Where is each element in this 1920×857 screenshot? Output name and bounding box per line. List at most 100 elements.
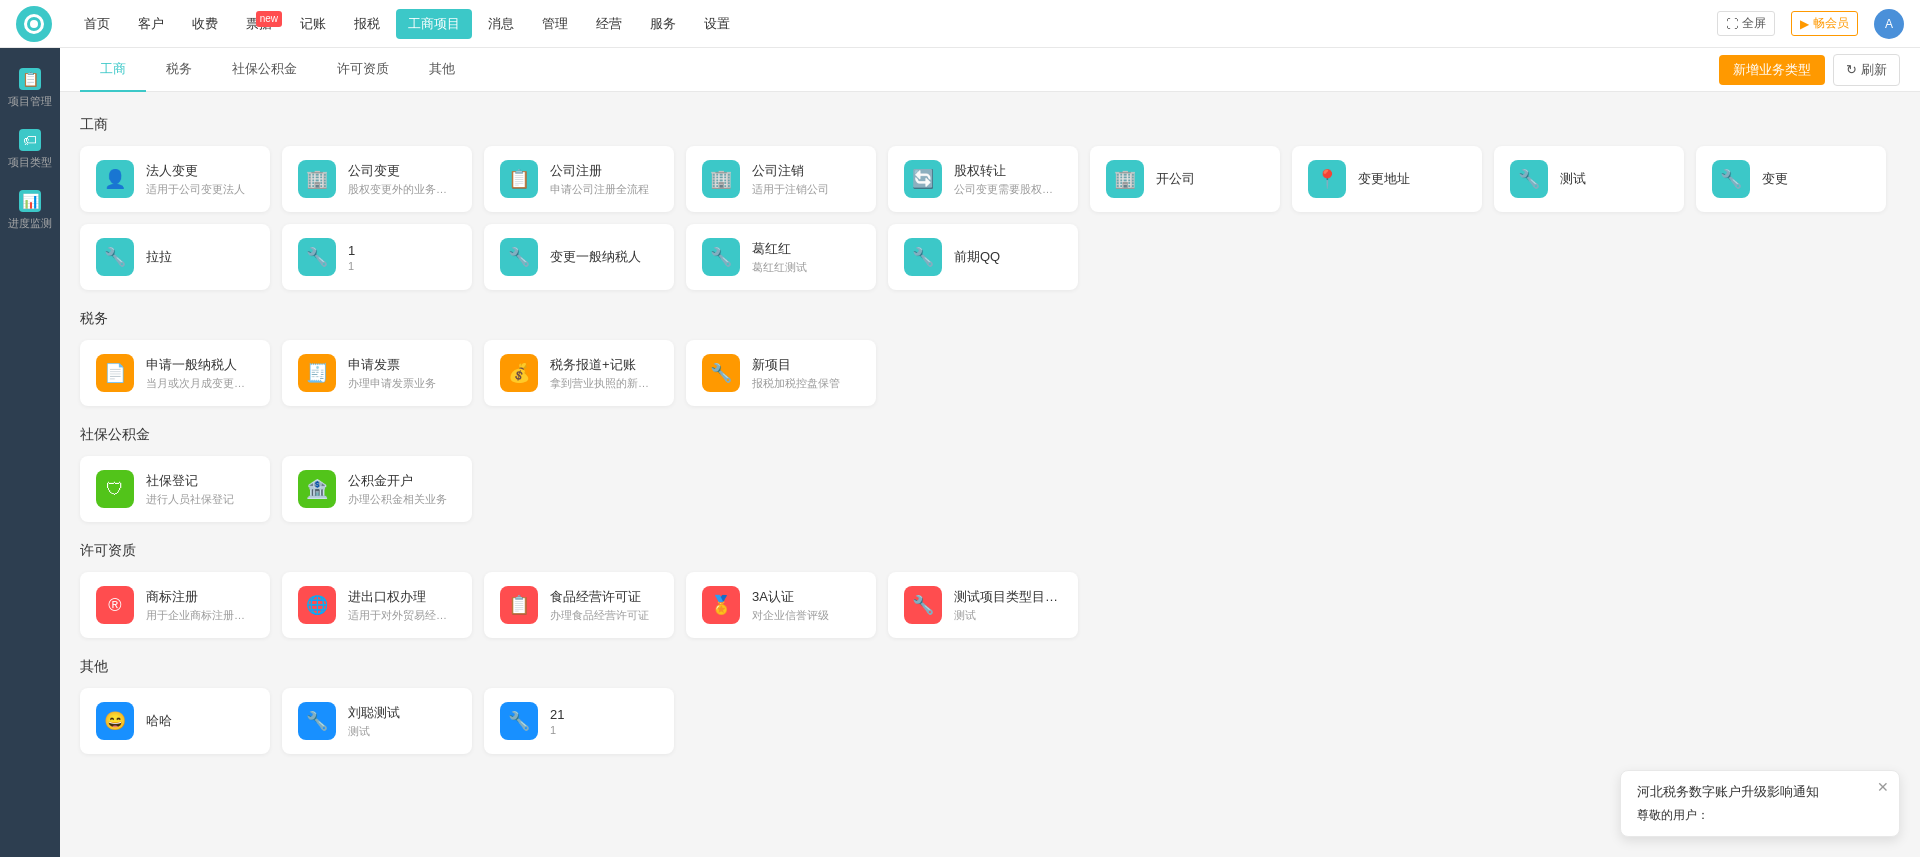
- card-icon-3A认证: 🏅: [702, 586, 740, 624]
- card-葛红红[interactable]: 🔧葛红红葛红红测试: [686, 224, 876, 290]
- nav-item-客户[interactable]: 客户: [126, 9, 176, 39]
- nav-item-经营[interactable]: 经营: [584, 9, 634, 39]
- notification-close-button[interactable]: ✕: [1877, 779, 1889, 795]
- sidebar-item-项目管理[interactable]: 📋 项目管理: [0, 58, 60, 119]
- card-title-label: 测试: [1560, 170, 1668, 188]
- card-刘聪测试[interactable]: 🔧刘聪测试测试: [282, 688, 472, 754]
- nav-item-收费[interactable]: 收费: [180, 9, 230, 39]
- nav-right: ⛶ 全屏 ▶ 畅会员 A: [1717, 9, 1904, 39]
- nav-item-服务[interactable]: 服务: [638, 9, 688, 39]
- cards-grid-其他: 😄哈哈🔧刘聪测试测试🔧211: [80, 688, 1900, 754]
- card-法人变更[interactable]: 👤法人变更适用于公司变更法人: [80, 146, 270, 212]
- card-变更一般纳税人[interactable]: 🔧 变更一般纳税人: [484, 224, 674, 290]
- card-公司注册[interactable]: 📋公司注册申请公司注册全流程: [484, 146, 674, 212]
- card-desc-label: 1: [348, 260, 456, 272]
- card-21[interactable]: 🔧211: [484, 688, 674, 754]
- card-变更地址[interactable]: 📍变更地址: [1292, 146, 1482, 212]
- card-text-申请发票: 申请发票办理申请发票业务: [348, 356, 456, 391]
- card-哈哈[interactable]: 😄哈哈: [80, 688, 270, 754]
- card-title-label: 测试项目类型目定义: [954, 588, 1062, 606]
- tab-bar: 工商税务社保公积金许可资质其他 新增业务类型 ↻ 刷新: [60, 48, 1920, 92]
- content-area: 工商👤法人变更适用于公司变更法人🏢公司变更股权变更外的业务变更📋公司注册申请公司…: [60, 92, 1920, 778]
- card-开公司[interactable]: 🏢开公司: [1090, 146, 1280, 212]
- card-申请发票[interactable]: 🧾申请发票办理申请发票业务: [282, 340, 472, 406]
- card-text-法人变更: 法人变更适用于公司变更法人: [146, 162, 254, 197]
- nav-item-设置[interactable]: 设置: [692, 9, 742, 39]
- card-text-申请一般纳税人: 申请一般纳税人当月或次月成变更完成: [146, 356, 254, 391]
- card-公司变更[interactable]: 🏢公司变更股权变更外的业务变更: [282, 146, 472, 212]
- card-3A认证[interactable]: 🏅3A认证对企业信誉评级: [686, 572, 876, 638]
- logo[interactable]: [16, 6, 52, 42]
- refresh-button[interactable]: ↻ 刷新: [1833, 54, 1900, 86]
- card-title-label: 3A认证: [752, 588, 860, 606]
- card-title-label: 变更: [1762, 170, 1870, 188]
- card-社保登记[interactable]: 🛡社保登记进行人员社保登记: [80, 456, 270, 522]
- card-icon-变更一般纳税人: 🔧: [500, 238, 538, 276]
- sidebar-item-label: 项目管理: [8, 94, 52, 109]
- card-text-变更一般纳税人: 变更一般纳税人: [550, 248, 658, 266]
- card-icon-税务报道+记账: 💰: [500, 354, 538, 392]
- card-title-label: 进出口权办理: [348, 588, 456, 606]
- tab-社保公积金[interactable]: 社保公积金: [212, 48, 317, 92]
- sidebar-item-项目类型[interactable]: 🏷 项目类型: [0, 119, 60, 180]
- card-icon-测试项目类型目定义: 🔧: [904, 586, 942, 624]
- card-公司注销[interactable]: 🏢公司注销适用于注销公司: [686, 146, 876, 212]
- nav-item-报税[interactable]: 报税: [342, 9, 392, 39]
- card-icon-1: 🔧: [298, 238, 336, 276]
- tab-许可资质[interactable]: 许可资质: [317, 48, 409, 92]
- new-type-button[interactable]: 新增业务类型: [1719, 55, 1825, 85]
- fullscreen-button[interactable]: ⛶ 全屏: [1717, 11, 1775, 36]
- card-desc-label: 测试: [348, 724, 456, 739]
- nav-item-管理[interactable]: 管理: [530, 9, 580, 39]
- card-进出口权办理[interactable]: 🌐进出口权办理适用于对外贸易经营者: [282, 572, 472, 638]
- card-title-label: 公司变更: [348, 162, 456, 180]
- card-股权转让[interactable]: 🔄股权转让公司变更需要股权转让: [888, 146, 1078, 212]
- card-拉拉[interactable]: 🔧拉拉: [80, 224, 270, 290]
- card-text-测试: 测试: [1560, 170, 1668, 188]
- card-前期QQ[interactable]: 🔧 前期QQ: [888, 224, 1078, 290]
- card-title-label: 申请一般纳税人: [146, 356, 254, 374]
- card-text-前期QQ: 前期QQ: [954, 248, 1062, 266]
- card-desc-label: 办理公积金相关业务: [348, 492, 456, 507]
- card-公积金开户[interactable]: 🏦公积金开户办理公积金相关业务: [282, 456, 472, 522]
- card-税务报道+记账[interactable]: 💰税务报道+记账拿到营业执照的新公司: [484, 340, 674, 406]
- card-测试[interactable]: 🔧测试: [1494, 146, 1684, 212]
- tab-其他[interactable]: 其他: [409, 48, 475, 92]
- card-icon-公司变更: 🏢: [298, 160, 336, 198]
- card-text-刘聪测试: 刘聪测试测试: [348, 704, 456, 739]
- card-1[interactable]: 🔧11: [282, 224, 472, 290]
- card-text-公积金开户: 公积金开户办理公积金相关业务: [348, 472, 456, 507]
- tab-工商[interactable]: 工商: [80, 48, 146, 92]
- tab-items: 工商税务社保公积金许可资质其他: [80, 48, 475, 91]
- tab-税务[interactable]: 税务: [146, 48, 212, 92]
- card-食品经营许可证[interactable]: 📋食品经营许可证办理食品经营许可证: [484, 572, 674, 638]
- member-icon: ▶: [1800, 17, 1809, 31]
- nav-item-票据[interactable]: 票据new: [234, 9, 284, 39]
- card-desc-label: 测试: [954, 608, 1062, 623]
- sidebar-item-进度监测[interactable]: 📊 进度监测: [0, 180, 60, 241]
- card-变更[interactable]: 🔧变更: [1696, 146, 1886, 212]
- card-title-label: 变更地址: [1358, 170, 1466, 188]
- fullscreen-icon: ⛶: [1726, 17, 1738, 31]
- card-测试项目类型目定义[interactable]: 🔧 测试项目类型目定义测试: [888, 572, 1078, 638]
- card-商标注册[interactable]: ® 商标注册用于企业商标注册服务: [80, 572, 270, 638]
- card-icon-前期QQ: 🔧: [904, 238, 942, 276]
- card-新项目[interactable]: 🔧新项目报税加税控盘保管: [686, 340, 876, 406]
- nav-item-工商项目[interactable]: 工商项目: [396, 9, 472, 39]
- avatar[interactable]: A: [1874, 9, 1904, 39]
- nav-item-记账[interactable]: 记账: [288, 9, 338, 39]
- card-title-label: 哈哈: [146, 712, 254, 730]
- sidebar-item-label: 进度监测: [8, 216, 52, 231]
- card-title-label: 法人变更: [146, 162, 254, 180]
- card-icon-公司注册: 📋: [500, 160, 538, 198]
- nav-item-首页[interactable]: 首页: [72, 9, 122, 39]
- sidebar-item-label: 项目类型: [8, 155, 52, 170]
- nav-item-消息[interactable]: 消息: [476, 9, 526, 39]
- member-button[interactable]: ▶ 畅会员: [1791, 11, 1858, 36]
- card-title-label: 变更一般纳税人: [550, 248, 658, 266]
- card-icon-21: 🔧: [500, 702, 538, 740]
- card-text-商标注册: 商标注册用于企业商标注册服务: [146, 588, 254, 623]
- card-title-label: 商标注册: [146, 588, 254, 606]
- card-icon-商标注册: ®: [96, 586, 134, 624]
- card-申请一般纳税人[interactable]: 📄申请一般纳税人当月或次月成变更完成: [80, 340, 270, 406]
